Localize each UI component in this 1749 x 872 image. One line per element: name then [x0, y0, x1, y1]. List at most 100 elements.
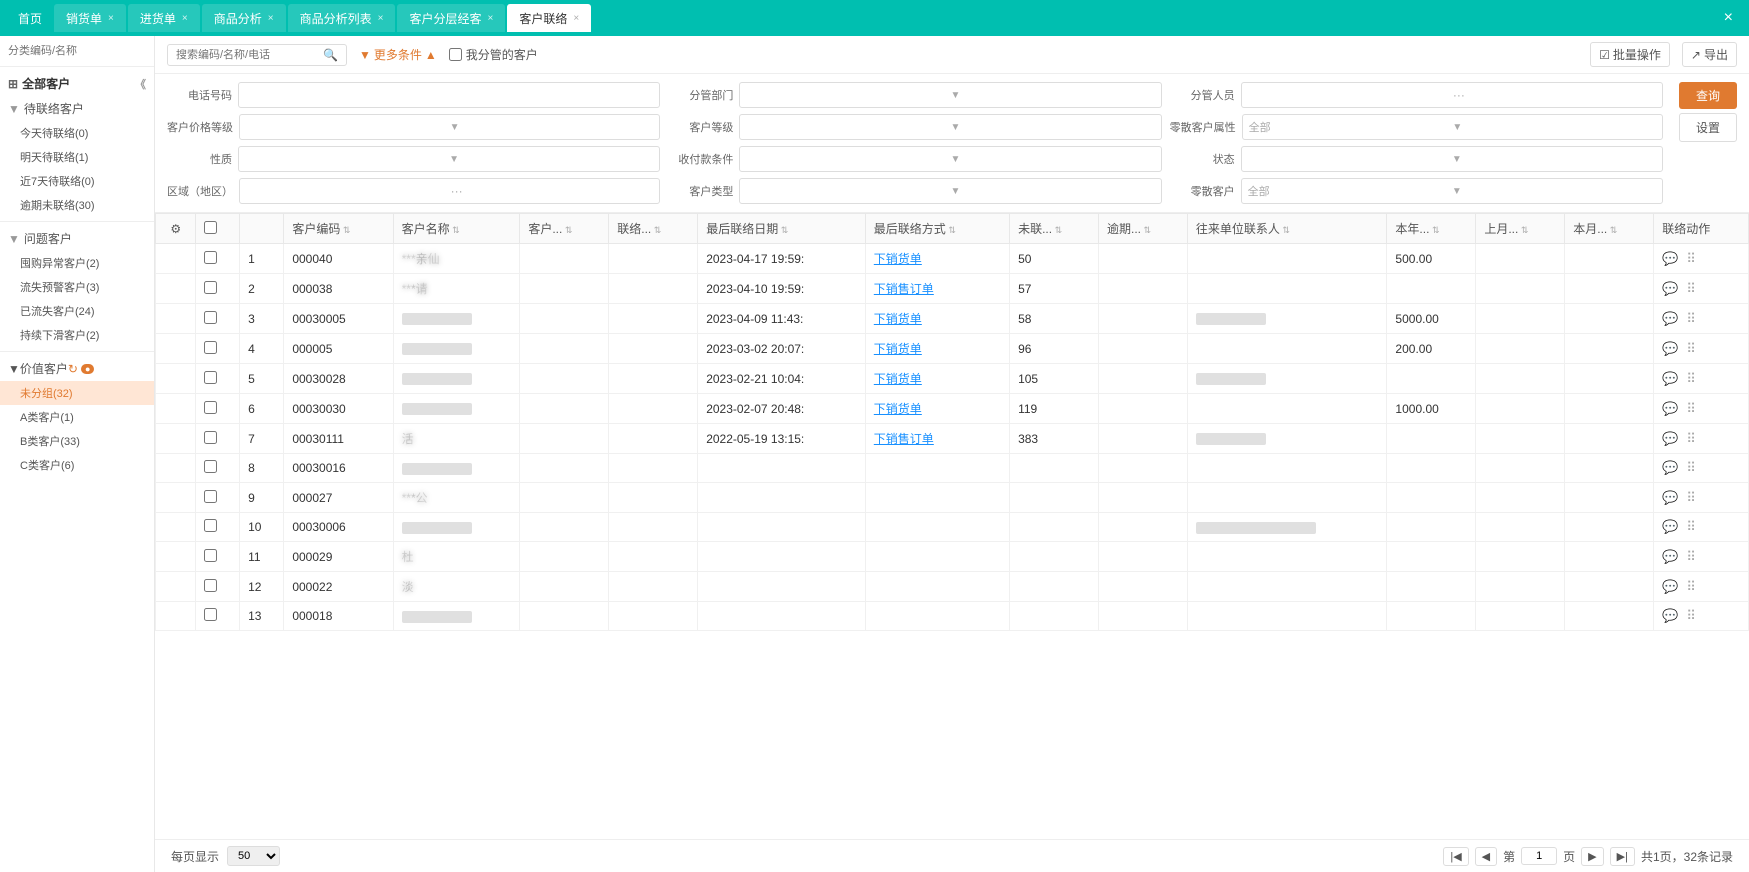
td-method-link-3[interactable]: 下销货单 — [874, 342, 922, 356]
td-method-link-0[interactable]: 下销货单 — [874, 252, 922, 266]
my-customers-checkbox[interactable]: 我分管的客户 — [449, 46, 538, 63]
row-checkbox-6[interactable] — [204, 431, 217, 444]
action-phone-12[interactable]: 💬 — [1662, 608, 1678, 624]
sidebar-item-churn-warning[interactable]: 流失预警客户(3) — [0, 275, 154, 299]
sidebar-group-pending[interactable]: ▼ 待联络客户 — [0, 96, 154, 121]
action-phone-11[interactable]: 💬 — [1662, 579, 1678, 595]
page-last-button[interactable]: ▶| — [1610, 847, 1635, 866]
row-checkbox-5[interactable] — [204, 401, 217, 414]
td-checkbox-10[interactable] — [196, 542, 240, 572]
row-checkbox-3[interactable] — [204, 341, 217, 354]
action-more-8[interactable]: ⠿ — [1686, 490, 1696, 506]
th-checkbox-all[interactable] — [204, 221, 217, 234]
th-overdue[interactable]: 逾期... — [1098, 214, 1187, 244]
action-more-9[interactable]: ⠿ — [1686, 519, 1696, 535]
refresh-icon[interactable]: ↻ — [68, 362, 78, 376]
filter-select-status[interactable]: ▼ — [1241, 146, 1663, 172]
row-checkbox-7[interactable] — [204, 460, 217, 473]
sidebar-item-overdue[interactable]: 逾期未联络(30) — [0, 193, 154, 217]
td-checkbox-3[interactable] — [196, 334, 240, 364]
filter-search-input[interactable] — [176, 49, 319, 61]
tab-customer-contact-close[interactable]: × — [573, 13, 579, 24]
action-phone-3[interactable]: 💬 — [1662, 341, 1678, 357]
nav-home[interactable]: 首页 — [8, 10, 52, 27]
action-more-7[interactable]: ⠿ — [1686, 460, 1696, 476]
td-method-link-5[interactable]: 下销货单 — [874, 402, 922, 416]
filter-search-icon[interactable]: 🔍 — [323, 48, 338, 62]
sidebar-item-7days[interactable]: 近7天待联络(0) — [0, 169, 154, 193]
tab-sales-order-close[interactable]: × — [108, 13, 114, 24]
filter-input-phone[interactable] — [238, 82, 660, 108]
action-phone-9[interactable]: 💬 — [1662, 519, 1678, 535]
row-checkbox-10[interactable] — [204, 549, 217, 562]
th-company-contact[interactable]: 往来单位联系人 — [1187, 214, 1387, 244]
sidebar-item-class-c[interactable]: C类客户(6) — [0, 453, 154, 477]
filter-select-retail[interactable]: 全部 ▼ — [1241, 178, 1663, 204]
action-more-5[interactable]: ⠿ — [1686, 401, 1696, 417]
row-checkbox-11[interactable] — [204, 579, 217, 592]
tab-product-analysis-list-close[interactable]: × — [378, 13, 384, 24]
row-checkbox-1[interactable] — [204, 281, 217, 294]
th-last-contact-date[interactable]: 最后联络日期 — [698, 214, 866, 244]
th-this-month[interactable]: 本月... — [1565, 214, 1654, 244]
page-prev-button[interactable]: ◀ — [1475, 847, 1497, 866]
th-customer-name[interactable]: 客户名称 — [393, 214, 520, 244]
sidebar-group-problem[interactable]: ▼ 问题客户 — [0, 226, 154, 251]
td-method-link-2[interactable]: 下销货单 — [874, 312, 922, 326]
page-first-button[interactable]: |◀ — [1443, 847, 1468, 866]
sidebar-item-today[interactable]: 今天待联络(0) — [0, 121, 154, 145]
th-checkbox[interactable] — [196, 214, 240, 244]
window-close-button[interactable]: × — [1716, 9, 1741, 27]
sidebar-item-class-a[interactable]: A类客户(1) — [0, 405, 154, 429]
row-checkbox-9[interactable] — [204, 519, 217, 532]
action-phone-4[interactable]: 💬 — [1662, 371, 1678, 387]
td-method-link-1[interactable]: 下销售订单 — [874, 282, 934, 296]
td-checkbox-5[interactable] — [196, 394, 240, 424]
action-more-12[interactable]: ⠿ — [1686, 608, 1696, 624]
filter-select-person[interactable]: ··· — [1241, 82, 1663, 108]
td-method-link-6[interactable]: 下销售订单 — [874, 432, 934, 446]
filter-select-cust-type[interactable]: ▼ — [739, 178, 1161, 204]
th-uncontact[interactable]: 未联... — [1010, 214, 1099, 244]
query-button[interactable]: 查询 — [1679, 82, 1737, 109]
tab-customer-contact[interactable]: 客户联络 × — [507, 4, 591, 32]
sidebar-item-ungrouped[interactable]: 未分组(32) — [0, 381, 154, 405]
sidebar-search-input[interactable] — [8, 45, 150, 57]
th-customer-code[interactable]: 客户编码 — [284, 214, 393, 244]
action-phone-10[interactable]: 💬 — [1662, 549, 1678, 565]
page-size-select[interactable]: 50 10 20 100 — [227, 846, 280, 866]
filter-select-retail-attr[interactable]: 全部 ▼ — [1242, 114, 1663, 140]
action-more-4[interactable]: ⠿ — [1686, 371, 1696, 387]
sidebar-item-declining[interactable]: 持续下滑客户(2) — [0, 323, 154, 347]
reset-button[interactable]: 设置 — [1679, 113, 1737, 142]
my-customers-check[interactable] — [449, 48, 462, 61]
action-more-2[interactable]: ⠿ — [1686, 311, 1696, 327]
sidebar-all-customers[interactable]: ⊞ 全部客户 《 — [0, 67, 154, 96]
tab-product-analysis[interactable]: 商品分析 × — [202, 4, 286, 32]
filter-select-price-grade[interactable]: ▼ — [239, 114, 660, 140]
filter-select-cust-grade[interactable]: ▼ — [739, 114, 1161, 140]
th-contact[interactable]: 联络... — [609, 214, 698, 244]
td-checkbox-6[interactable] — [196, 424, 240, 454]
tab-customer-segmentation[interactable]: 客户分层经客 × — [397, 4, 505, 32]
page-number-input[interactable] — [1521, 847, 1557, 865]
th-last-month[interactable]: 上月... — [1476, 214, 1565, 244]
td-checkbox-7[interactable] — [196, 454, 240, 483]
action-phone-2[interactable]: 💬 — [1662, 311, 1678, 327]
action-more-3[interactable]: ⠿ — [1686, 341, 1696, 357]
th-this-year[interactable]: 本年... — [1387, 214, 1476, 244]
filter-select-dept[interactable]: ▼ — [739, 82, 1161, 108]
td-checkbox-4[interactable] — [196, 364, 240, 394]
action-phone-7[interactable]: 💬 — [1662, 460, 1678, 476]
page-next-button[interactable]: ▶ — [1581, 847, 1603, 866]
th-last-contact-method[interactable]: 最后联络方式 — [865, 214, 1009, 244]
filter-select-nature[interactable]: ▼ — [238, 146, 660, 172]
row-checkbox-8[interactable] — [204, 490, 217, 503]
tab-product-analysis-list[interactable]: 商品分析列表 × — [288, 4, 396, 32]
th-customer-type[interactable]: 客户... — [520, 214, 609, 244]
td-checkbox-2[interactable] — [196, 304, 240, 334]
action-phone-1[interactable]: 💬 — [1662, 281, 1678, 297]
filter-select-region[interactable]: ··· — [239, 178, 660, 204]
tab-purchase-order-close[interactable]: × — [182, 13, 188, 24]
sidebar-item-hoard-anomaly[interactable]: 囤购异常客户(2) — [0, 251, 154, 275]
